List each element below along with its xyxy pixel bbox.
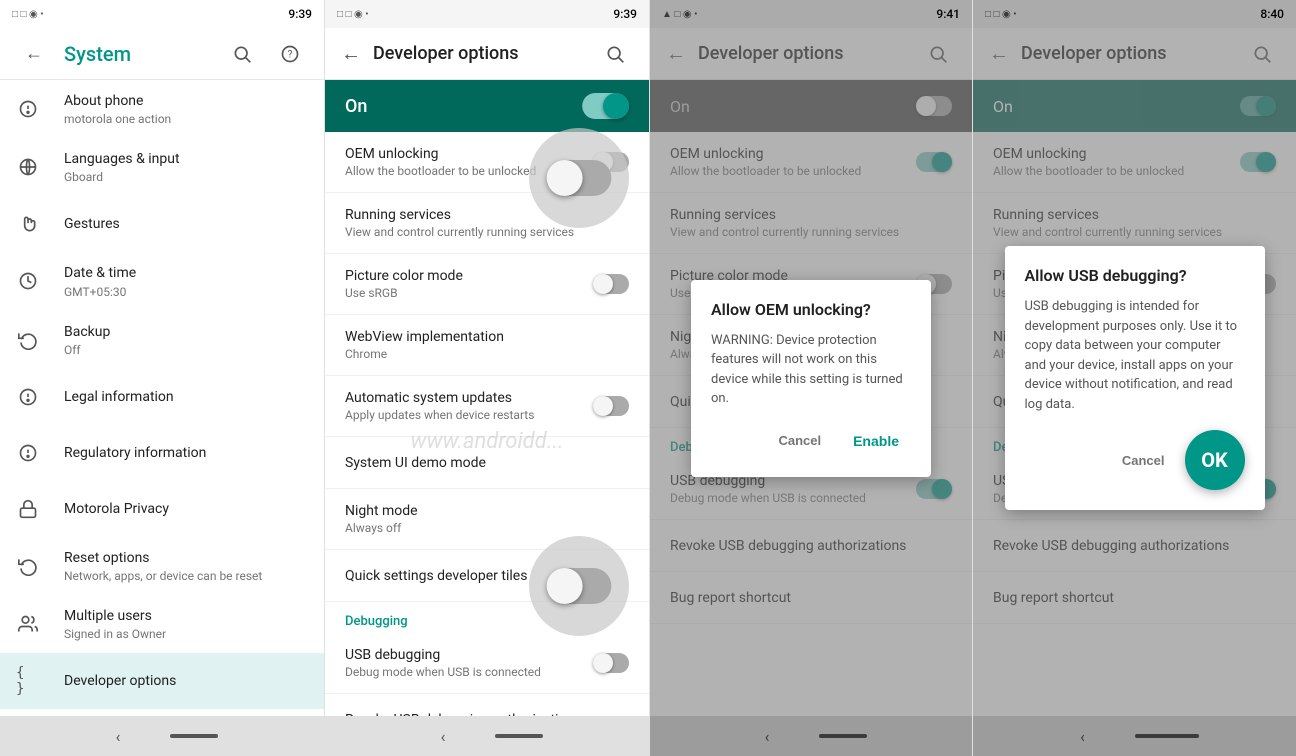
- auto-updates-toggle-p2[interactable]: [593, 396, 629, 416]
- date-time-icon: [16, 269, 40, 293]
- back-nav-p2[interactable]: ‹: [431, 724, 455, 748]
- search-icon-p2: [605, 44, 625, 64]
- regulatory-icon: [16, 441, 40, 465]
- usb-dialog-title: Allow USB debugging?: [1025, 266, 1245, 285]
- nav-bar-p1: ‹: [0, 716, 324, 756]
- dev-item-picture-color[interactable]: Picture color mode Use sRGB: [325, 254, 649, 315]
- page-title-p1: System: [64, 42, 212, 66]
- oem-dialog-buttons: Cancel Enable: [711, 425, 911, 457]
- usb-dialog-body: USB debugging is intended for developmen…: [1025, 297, 1245, 414]
- page-title-p2: Developer options: [373, 43, 585, 64]
- sidebar-item-backup[interactable]: Backup Off: [0, 311, 324, 369]
- usb-circle-toggle[interactable]: [547, 568, 612, 604]
- reset-icon: [16, 554, 40, 578]
- oem-enable-button[interactable]: Enable: [841, 425, 911, 457]
- oem-dialog-body: WARNING: Device protection features will…: [711, 331, 911, 409]
- picture-color-toggle-p2[interactable]: [593, 274, 629, 294]
- backup-icon: [16, 328, 40, 352]
- about-phone-text: About phone motorola one action: [64, 92, 308, 126]
- about-phone-subtitle: motorola one action: [64, 112, 308, 126]
- about-phone-icon: [16, 97, 40, 121]
- status-bar-p1: □ □ ◉ • 9:39: [0, 0, 324, 28]
- nav-bar-p2: ‹: [325, 716, 649, 756]
- sidebar-item-languages[interactable]: Languages & input Gboard: [0, 138, 324, 196]
- sidebar-item-gestures[interactable]: Gestures: [0, 196, 324, 252]
- usb-dialog-buttons: Cancel OK: [1025, 430, 1245, 490]
- search-icon-p1: [232, 44, 252, 64]
- status-icons-p2: □ □ ◉ •: [337, 9, 369, 20]
- usb-ok-button[interactable]: OK: [1185, 430, 1245, 490]
- on-toggle-knob-p2: [603, 93, 629, 119]
- sidebar-item-date-time[interactable]: Date & time GMT+05:30: [0, 252, 324, 310]
- motorola-privacy-icon: [16, 497, 40, 521]
- legal-icon: [16, 385, 40, 409]
- oem-unlock-dialog: Allow OEM unlocking? WARNING: Device pro…: [691, 280, 931, 477]
- home-indicator-p2: [495, 734, 543, 738]
- usb-debug-toggle-p2[interactable]: [593, 653, 629, 673]
- top-bar-p2: ← Developer options: [325, 28, 649, 80]
- on-label-p2: On: [345, 96, 593, 117]
- dev-item-usb-debug[interactable]: USB debugging Debug mode when USB is con…: [325, 633, 649, 694]
- sidebar-item-multiple-users[interactable]: Multiple users Signed in as Owner: [0, 595, 324, 653]
- oem-circle-toggle[interactable]: [547, 160, 612, 196]
- dev-item-auto-updates[interactable]: Automatic system updates Apply updates w…: [325, 376, 649, 437]
- on-row-p2[interactable]: On: [325, 80, 649, 132]
- settings-list-p1: About phone motorola one action Language…: [0, 80, 324, 716]
- back-button-p2[interactable]: ←: [341, 41, 361, 66]
- sidebar-item-regulatory[interactable]: Regulatory information: [0, 425, 324, 481]
- languages-icon: [16, 155, 40, 179]
- search-button-p1[interactable]: [224, 36, 260, 72]
- sidebar-item-system-updates[interactable]: System updates Updated to Android 9: [0, 709, 324, 716]
- oem-cancel-button[interactable]: Cancel: [766, 425, 833, 457]
- sidebar-item-legal[interactable]: Legal information: [0, 369, 324, 425]
- panel-developer-usb-dialog: □ □ ◉ • 8:40 ← Developer options On OEM …: [973, 0, 1296, 756]
- sidebar-item-reset[interactable]: Reset options Network, apps, or device c…: [0, 537, 324, 595]
- panel-developer-options: □ □ ◉ • 9:39 ← Developer options On www.…: [325, 0, 650, 756]
- panel-developer-oem-dialog: ▲ □ ◉ • 9:41 ← Developer options On OEM …: [650, 0, 973, 756]
- search-button-p2[interactable]: [597, 36, 633, 72]
- sidebar-item-motorola-privacy[interactable]: Motorola Privacy: [0, 481, 324, 537]
- developer-icon: { }: [16, 669, 40, 693]
- status-icons-left: □ □ ◉ •: [12, 9, 44, 20]
- sidebar-item-developer-options[interactable]: { } Developer options: [0, 653, 324, 709]
- help-icon-p1: ?: [280, 44, 300, 64]
- usb-dialog-overlay: Allow USB debugging? USB debugging is in…: [973, 0, 1296, 756]
- usb-cancel-button[interactable]: Cancel: [1110, 445, 1177, 476]
- dev-item-ui-demo[interactable]: System UI demo mode: [325, 437, 649, 489]
- status-time-p2: 9:39: [613, 7, 637, 21]
- status-bar-p2: □ □ ◉ • 9:39: [325, 0, 649, 28]
- on-toggle-p2[interactable]: [582, 93, 629, 119]
- sidebar-item-about-phone[interactable]: About phone motorola one action: [0, 80, 324, 138]
- oem-dialog-title: Allow OEM unlocking?: [711, 300, 911, 319]
- dev-item-revoke-usb[interactable]: Revoke USB debugging authorizations: [325, 694, 649, 716]
- about-phone-title: About phone: [64, 92, 308, 110]
- multiple-users-icon: [16, 612, 40, 636]
- home-indicator-p1: [170, 734, 218, 738]
- usb-debug-dialog: Allow USB debugging? USB debugging is in…: [1005, 246, 1265, 510]
- back-button-p1[interactable]: ←: [16, 36, 52, 72]
- dev-item-webview[interactable]: WebView implementation Chrome: [325, 315, 649, 376]
- oem-circle-overlay: [529, 128, 629, 228]
- usb-circle-overlay: [529, 536, 629, 636]
- status-time-p1: 9:39: [288, 7, 312, 21]
- svg-text:?: ?: [288, 49, 293, 60]
- panel-system-settings: □ □ ◉ • 9:39 ← System ? About phone moto…: [0, 0, 325, 756]
- help-button-p1[interactable]: ?: [272, 36, 308, 72]
- oem-dialog-overlay: Allow OEM unlocking? WARNING: Device pro…: [650, 0, 972, 756]
- top-bar-p1: ← System ?: [0, 28, 324, 80]
- gestures-icon: [16, 212, 40, 236]
- back-nav-p1[interactable]: ‹: [106, 724, 130, 748]
- usb-ok-label: OK: [1201, 448, 1228, 472]
